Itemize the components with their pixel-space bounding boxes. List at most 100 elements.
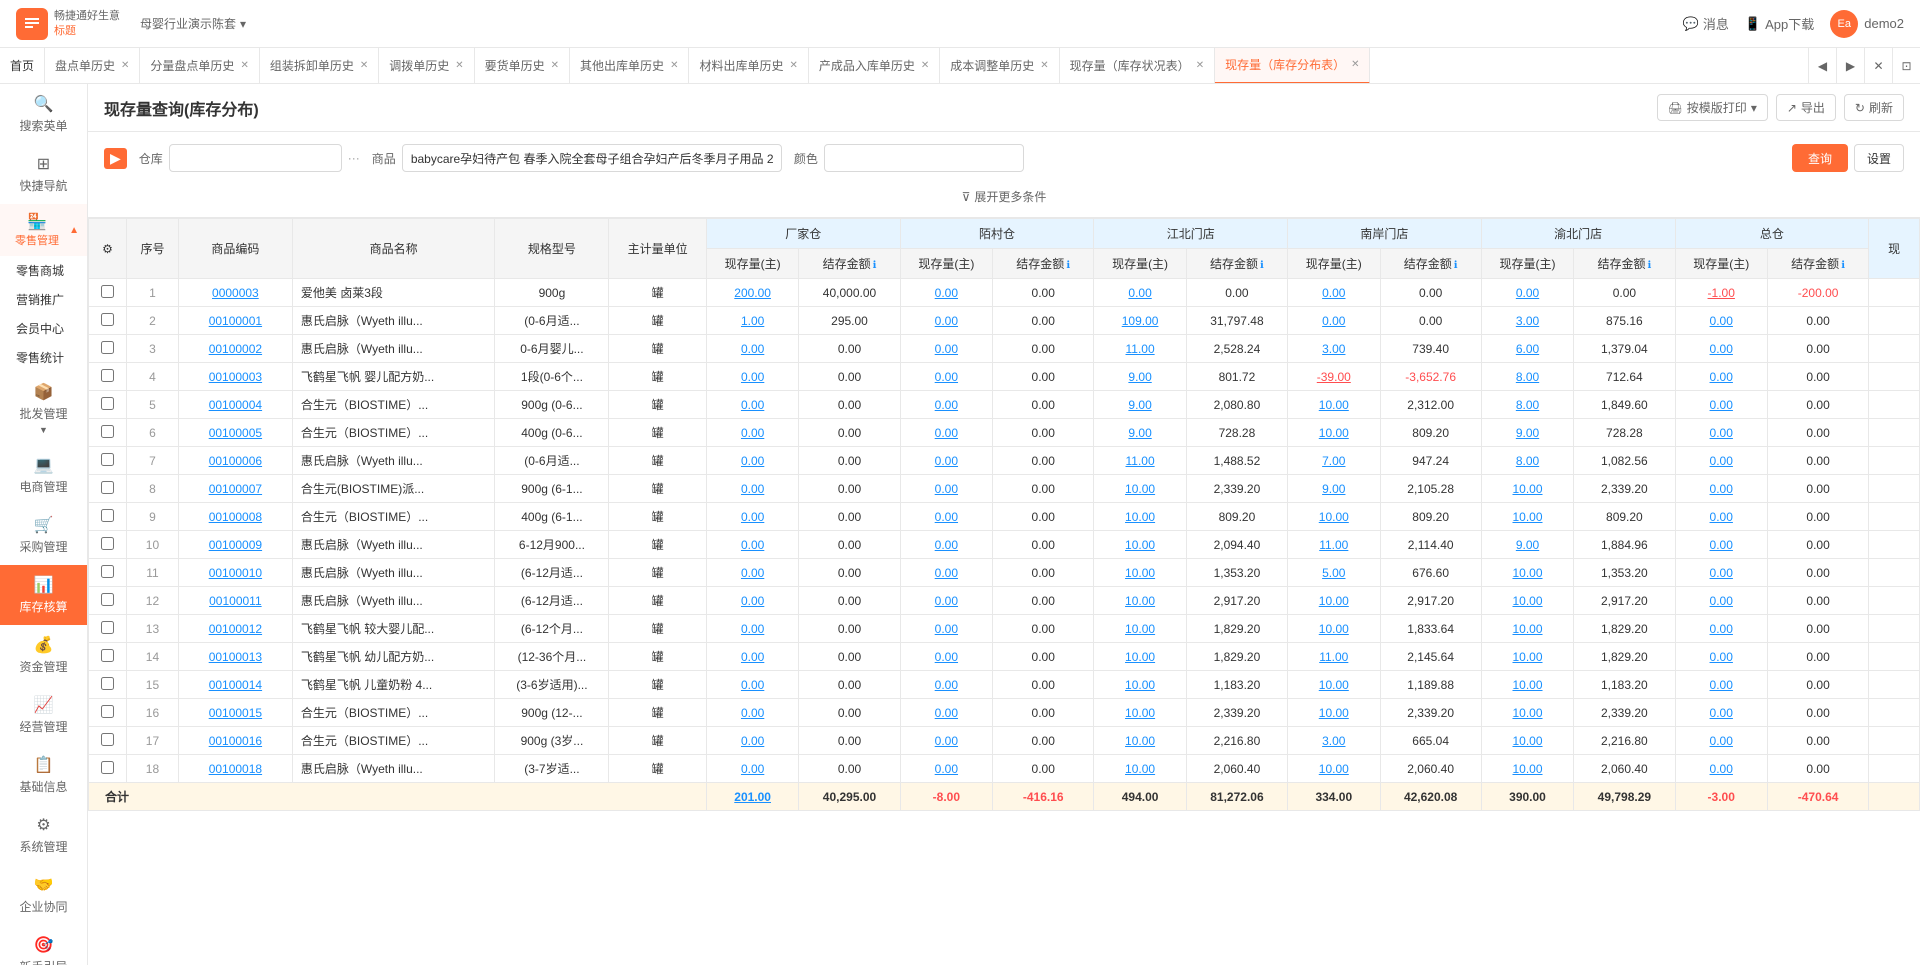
row-mucuncao-qty[interactable]: 0.00 [900, 279, 992, 307]
sidebar-sub-retail-stat[interactable]: 零售统计 [0, 343, 87, 372]
warehouse-dots-btn[interactable]: ··· [348, 151, 360, 165]
row-jiangbei-qty[interactable]: 109.00 [1094, 307, 1186, 335]
row-changjiacao-qty[interactable]: 0.00 [706, 419, 798, 447]
export-btn[interactable]: ↗ 导出 [1776, 94, 1836, 121]
row-select[interactable] [89, 699, 127, 727]
row-nanan-qty[interactable]: 10.00 [1288, 755, 1380, 783]
sidebar-item-purchase[interactable]: 🛒 采购管理 [0, 505, 87, 565]
row-changjiacao-qty[interactable]: 0.00 [706, 615, 798, 643]
row-mucuncao-qty[interactable]: 0.00 [900, 699, 992, 727]
close-icon[interactable]: ✕ [1040, 60, 1048, 71]
row-yubei-qty[interactable]: 10.00 [1481, 587, 1573, 615]
row-select[interactable] [89, 447, 127, 475]
row-changjiacao-qty[interactable]: 200.00 [706, 279, 798, 307]
close-icon[interactable]: ✕ [789, 60, 797, 71]
row-yubei-qty[interactable]: 10.00 [1481, 699, 1573, 727]
row-select[interactable] [89, 503, 127, 531]
row-changjiacao-qty[interactable]: 0.00 [706, 559, 798, 587]
row-nanan-qty[interactable]: 9.00 [1288, 475, 1380, 503]
tab-material-out[interactable]: 材料出库单历史 ✕ [689, 48, 808, 84]
row-nanan-qty[interactable]: 10.00 [1288, 391, 1380, 419]
tab-tiao-bo[interactable]: 调拨单历史 ✕ [379, 48, 474, 84]
tab-pan-single2[interactable]: 分量盘点单历史 ✕ [140, 48, 259, 84]
row-nanan-qty[interactable]: 11.00 [1288, 643, 1380, 671]
row-code[interactable]: 00100004 [178, 391, 292, 419]
row-code[interactable]: 00100010 [178, 559, 292, 587]
row-yubei-qty[interactable]: 10.00 [1481, 727, 1573, 755]
row-changjiacao-qty[interactable]: 0.00 [706, 727, 798, 755]
row-total-qty[interactable]: 0.00 [1675, 447, 1767, 475]
row-code[interactable]: 00100014 [178, 671, 292, 699]
row-jiangbei-qty[interactable]: 10.00 [1094, 671, 1186, 699]
info-icon[interactable]: ℹ [873, 260, 877, 271]
row-nanan-qty[interactable]: 7.00 [1288, 447, 1380, 475]
row-select[interactable] [89, 615, 127, 643]
info-icon[interactable]: ℹ [1454, 260, 1458, 271]
close-icon[interactable]: ✕ [1351, 59, 1359, 70]
row-yubei-qty[interactable]: 10.00 [1481, 643, 1573, 671]
row-code[interactable]: 00100001 [178, 307, 292, 335]
sidebar-item-finance[interactable]: 💰 资金管理 [0, 625, 87, 685]
row-total-qty[interactable]: 0.00 [1675, 363, 1767, 391]
row-code[interactable]: 00100016 [178, 727, 292, 755]
close-icon[interactable]: ✕ [240, 60, 248, 71]
expand-arrow-icon[interactable]: ▶ [104, 148, 127, 169]
close-icon[interactable]: ✕ [1196, 60, 1204, 71]
row-nanan-qty[interactable]: 11.00 [1288, 531, 1380, 559]
row-jiangbei-qty[interactable]: 10.00 [1094, 755, 1186, 783]
close-icon[interactable]: ✕ [921, 60, 929, 71]
row-total-qty[interactable]: 0.00 [1675, 391, 1767, 419]
row-jiangbei-qty[interactable]: 10.00 [1094, 587, 1186, 615]
row-total-qty[interactable]: 0.00 [1675, 559, 1767, 587]
row-code[interactable]: 0000003 [178, 279, 292, 307]
col-gear[interactable]: ⚙ [89, 219, 127, 279]
row-select[interactable] [89, 755, 127, 783]
sidebar-sub-member[interactable]: 会员中心 [0, 314, 87, 343]
row-mucuncao-qty[interactable]: 0.00 [900, 307, 992, 335]
row-mucuncao-qty[interactable]: 0.00 [900, 447, 992, 475]
row-code[interactable]: 00100013 [178, 643, 292, 671]
row-select[interactable] [89, 335, 127, 363]
row-code[interactable]: 00100002 [178, 335, 292, 363]
row-select[interactable] [89, 643, 127, 671]
row-jiangbei-qty[interactable]: 11.00 [1094, 335, 1186, 363]
tab-prev-btn[interactable]: ◀ [1808, 48, 1836, 84]
row-yubei-qty[interactable]: 6.00 [1481, 335, 1573, 363]
close-icon[interactable]: ✕ [670, 60, 678, 71]
row-yubei-qty[interactable]: 10.00 [1481, 615, 1573, 643]
row-nanan-qty[interactable]: 10.00 [1288, 587, 1380, 615]
row-total-qty[interactable]: 0.00 [1675, 307, 1767, 335]
tab-expand-btn[interactable]: ⊡ [1892, 48, 1920, 84]
row-yubei-qty[interactable]: 3.00 [1481, 307, 1573, 335]
row-code[interactable]: 00100005 [178, 419, 292, 447]
row-yubei-qty[interactable]: 8.00 [1481, 447, 1573, 475]
sidebar-item-guide[interactable]: 🎯 新手引导 [0, 925, 87, 965]
row-total-qty[interactable]: 0.00 [1675, 503, 1767, 531]
row-yubei-qty[interactable]: 8.00 [1481, 391, 1573, 419]
sidebar-item-system[interactable]: ⚙ 系统管理 [0, 805, 87, 865]
row-mucuncao-qty[interactable]: 0.00 [900, 363, 992, 391]
sidebar-item-enterprise[interactable]: 🤝 企业协同 [0, 865, 87, 925]
row-select[interactable] [89, 587, 127, 615]
info-icon[interactable]: ℹ [1066, 260, 1070, 271]
row-select[interactable] [89, 363, 127, 391]
row-select[interactable] [89, 671, 127, 699]
row-code[interactable]: 00100008 [178, 503, 292, 531]
row-total-qty[interactable]: 0.00 [1675, 699, 1767, 727]
row-jiangbei-qty[interactable]: 9.00 [1094, 419, 1186, 447]
row-select[interactable] [89, 279, 127, 307]
tab-other-out[interactable]: 其他出库单历史 ✕ [570, 48, 689, 84]
row-changjiacao-qty[interactable]: 0.00 [706, 503, 798, 531]
row-mucuncao-qty[interactable]: 0.00 [900, 419, 992, 447]
warehouse-input[interactable] [169, 144, 342, 172]
tab-home[interactable]: 首页 [0, 48, 45, 84]
sidebar-item-ops[interactable]: 📈 经营管理 [0, 685, 87, 745]
row-code[interactable]: 00100009 [178, 531, 292, 559]
row-yubei-qty[interactable]: 9.00 [1481, 531, 1573, 559]
row-mucuncao-qty[interactable]: 0.00 [900, 727, 992, 755]
goods-input[interactable] [402, 144, 782, 172]
row-nanan-qty[interactable]: 3.00 [1288, 335, 1380, 363]
row-yubei-qty[interactable]: 0.00 [1481, 279, 1573, 307]
tab-cost-adj[interactable]: 成本调整单历史 ✕ [940, 48, 1059, 84]
row-yubei-qty[interactable]: 10.00 [1481, 475, 1573, 503]
